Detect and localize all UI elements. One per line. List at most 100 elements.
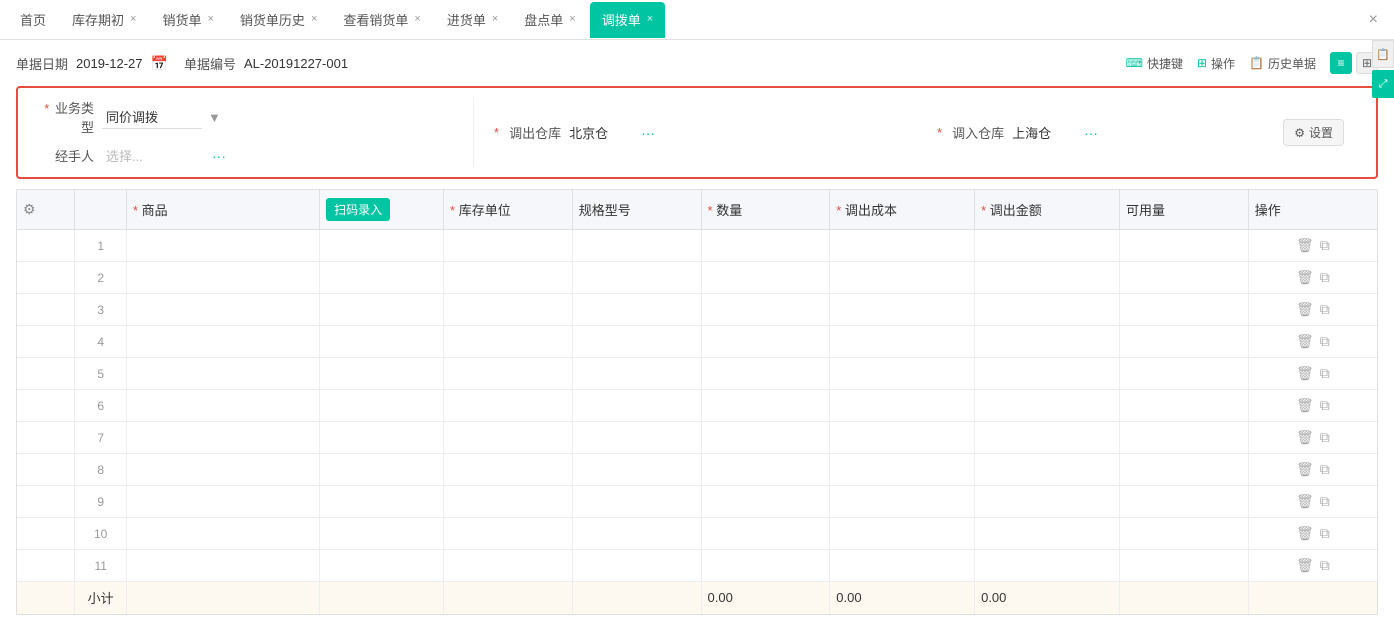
tab-bar: 首页 库存期初 × 销货单 × 销货单历史 × 查看销货单 × 进货单 × 盘点… [0, 0, 1394, 40]
table-row: 3 🗑⧉ [17, 294, 1377, 326]
th-gear[interactable]: ⚙ [17, 190, 75, 230]
business-type-label: * 业务类型 [34, 98, 94, 136]
transfer-in-value: 上海仓 [1012, 123, 1072, 142]
delete-icon[interactable]: 🗑 [1296, 557, 1314, 574]
copy-icon[interactable]: ⧉ [1320, 429, 1330, 446]
table-row: 5 🗑⧉ [17, 358, 1377, 390]
row-unit-1[interactable] [444, 230, 573, 262]
tab-sales-history[interactable]: 销货单历史 × [228, 2, 329, 38]
shortcut-btn[interactable]: ⌨ 快捷键 [1126, 55, 1183, 72]
person-select[interactable]: 选择... [102, 144, 202, 167]
tab-purchase[interactable]: 进货单 × [435, 2, 510, 38]
sidebar-expand-btn[interactable]: ⤢ [1372, 70, 1394, 98]
tab-home[interactable]: 首页 [8, 2, 58, 38]
settings-button[interactable]: ⚙ 设置 [1283, 119, 1344, 146]
tab-close-1[interactable]: × [130, 14, 136, 25]
scan-button[interactable]: 扫码录入 [326, 198, 390, 221]
calendar-icon[interactable]: 📅 [151, 55, 168, 72]
settings-gear-icon: ⚙ [1294, 126, 1305, 140]
tab-close-3[interactable]: × [311, 14, 317, 25]
row-gear-1 [17, 230, 75, 262]
th-ops: 操作 [1248, 190, 1377, 230]
transfer-out-label: 调出仓库 [509, 123, 561, 142]
subtotal-qty: 0.00 [701, 582, 830, 614]
transfer-out-more-btn[interactable]: ··· [637, 123, 659, 143]
expand-icon: ⤢ [1379, 78, 1388, 91]
tab-view-sales[interactable]: 查看销货单 × [331, 2, 432, 38]
delete-icon[interactable]: 🗑 [1296, 269, 1314, 286]
copy-icon[interactable]: ⧉ [1320, 237, 1330, 254]
delete-icon[interactable]: 🗑 [1296, 333, 1314, 350]
copy-icon[interactable]: ⧉ [1320, 493, 1330, 510]
table-row: 4 🗑⧉ [17, 326, 1377, 358]
row-num-1: 1 [75, 230, 127, 262]
tab-close-7[interactable]: × [647, 14, 653, 25]
history-icon: 📋 [1249, 56, 1264, 70]
sidebar-note-btn[interactable]: 📋 [1372, 40, 1394, 68]
shortcut-icon: ⌨ [1126, 56, 1143, 70]
right-sidebar: 📋 ⤢ [1372, 40, 1394, 98]
delete-icon[interactable]: 🗑 [1296, 493, 1314, 510]
copy-icon[interactable]: ⧉ [1320, 461, 1330, 478]
th-unit: * 库存单位 [444, 190, 573, 230]
tab-close-2[interactable]: × [207, 14, 213, 25]
subtotal-amount: 0.00 [975, 582, 1120, 614]
copy-icon[interactable]: ⧉ [1320, 301, 1330, 318]
th-cost: * 调出成本 [830, 190, 975, 230]
date-label: 单据日期 [16, 54, 68, 73]
table-row: 8 🗑⧉ [17, 454, 1377, 486]
delete-icon[interactable]: 🗑 [1296, 525, 1314, 542]
delete-icon[interactable]: 🗑 [1296, 429, 1314, 446]
tab-close-5[interactable]: × [492, 14, 498, 25]
subtotal-row: 小计 0.00 0.00 0.00 [17, 582, 1377, 614]
copy-icon[interactable]: ⧉ [1320, 269, 1330, 286]
copy-icon[interactable]: ⧉ [1320, 557, 1330, 574]
number-value: AL-20191227-001 [244, 56, 348, 71]
copy-icon[interactable]: ⧉ [1320, 333, 1330, 350]
business-type-control: 同价调拨 ▼ [102, 105, 457, 129]
copy-icon[interactable]: ⧉ [1320, 397, 1330, 414]
table-settings-icon[interactable]: ⚙ [23, 201, 36, 217]
subtotal-label: 小计 [75, 582, 127, 614]
row-amount-1[interactable] [975, 230, 1120, 262]
tab-inventory[interactable]: 盘点单 × [512, 2, 587, 38]
transfer-in-section: * 调入仓库 上海仓 ··· ⚙ 设置 [921, 98, 1360, 167]
history-btn[interactable]: 📋 历史单据 [1249, 55, 1316, 72]
ops-icon: ⊞ [1197, 56, 1207, 70]
person-row: 经手人 选择... ··· [34, 144, 457, 167]
tab-close-6[interactable]: × [569, 14, 575, 25]
list-view-btn[interactable]: ≡ [1330, 52, 1352, 74]
note-icon: 📋 [1376, 48, 1390, 61]
ops-btn[interactable]: ⊞ 操作 [1197, 55, 1235, 72]
business-type-dropdown[interactable]: ▼ [208, 110, 221, 125]
grid-view-icon: ⊞ [1362, 56, 1372, 70]
row-cost-1[interactable] [830, 230, 975, 262]
tab-close-4[interactable]: × [414, 14, 420, 25]
person-label: 经手人 [34, 146, 94, 165]
row-ops-1: 🗑 ⧉ [1248, 230, 1377, 262]
person-more-btn[interactable]: ··· [208, 146, 230, 166]
person-control: 选择... ··· [102, 144, 457, 167]
close-all-tabs[interactable]: × [1361, 7, 1386, 33]
delete-icon[interactable]: 🗑 [1296, 237, 1314, 254]
delete-icon[interactable]: 🗑 [1296, 301, 1314, 318]
subtotal-cost: 0.00 [830, 582, 975, 614]
tab-transfer[interactable]: 调拨单 × [590, 2, 665, 38]
copy-icon[interactable]: ⧉ [1320, 365, 1330, 382]
delete-icon[interactable]: 🗑 [1296, 365, 1314, 382]
table-container: ⚙ * 商品 扫码录入 * 库存单位 规格型号 [16, 189, 1378, 615]
row-qty-1[interactable] [701, 230, 830, 262]
transfer-in-more-btn[interactable]: ··· [1080, 123, 1102, 143]
row-spec-1[interactable] [572, 230, 701, 262]
tab-inventory-init[interactable]: 库存期初 × [60, 2, 148, 38]
copy-icon[interactable]: ⧉ [1320, 525, 1330, 542]
date-field: 单据日期 2019-12-27 📅 [16, 54, 168, 73]
delete-icon[interactable]: 🗑 [1296, 397, 1314, 414]
table-row: 6 🗑⧉ [17, 390, 1377, 422]
tab-sales[interactable]: 销货单 × [150, 2, 225, 38]
main-content: 单据日期 2019-12-27 📅 单据编号 AL-20191227-001 ⌨… [0, 40, 1394, 634]
date-value: 2019-12-27 [76, 56, 143, 71]
row-product-1[interactable] [126, 230, 319, 262]
table-row: 2 🗑⧉ [17, 262, 1377, 294]
delete-icon[interactable]: 🗑 [1296, 461, 1314, 478]
